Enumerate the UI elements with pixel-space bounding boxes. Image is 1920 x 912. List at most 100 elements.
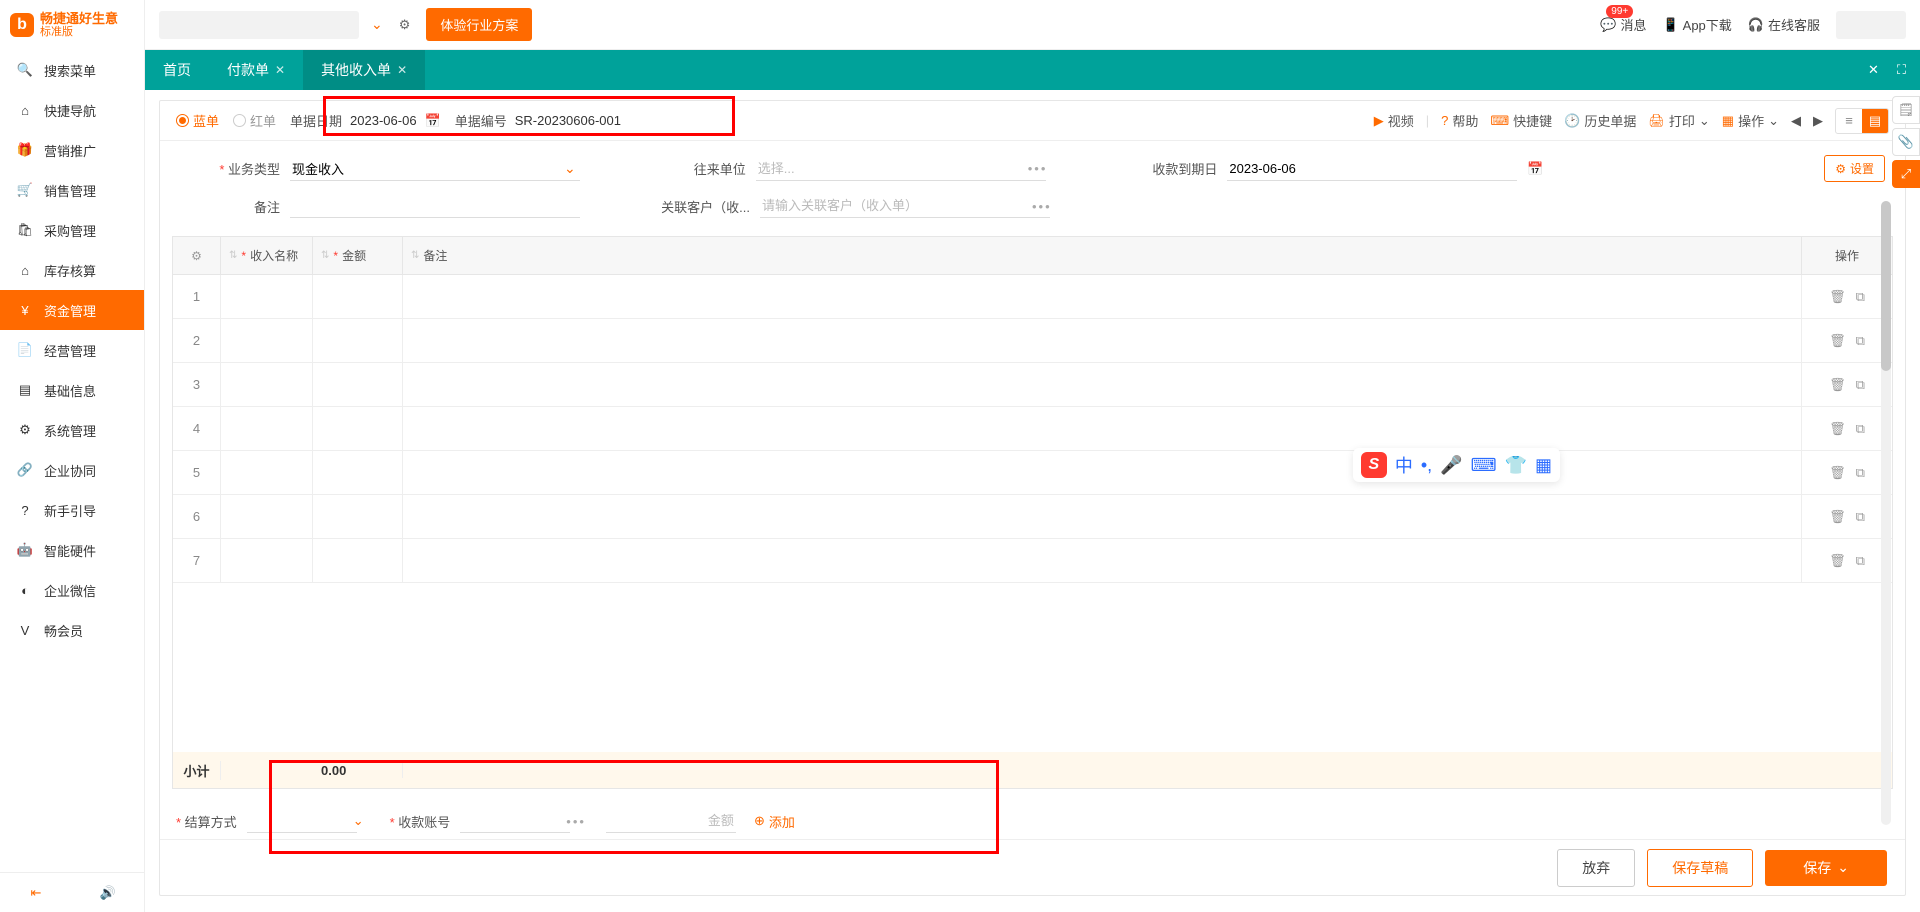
due-date-input[interactable] (1227, 157, 1517, 181)
bill-date-field[interactable]: 单据日期 2023-06-06 📅 (290, 111, 441, 130)
save-draft-button[interactable]: 保存草稿 (1647, 849, 1753, 887)
side-system[interactable]: ⚙系统管理 (0, 410, 144, 450)
remark-input[interactable] (290, 194, 580, 218)
cell-remark[interactable] (403, 495, 1802, 538)
tab-payment[interactable]: 付款单✕ (209, 50, 303, 90)
ime-punct-icon[interactable]: •, (1421, 455, 1432, 476)
cell-amount[interactable] (313, 407, 403, 450)
more-icon[interactable]: ••• (1028, 161, 1048, 176)
add-settle-button[interactable]: ⊕添加 (754, 812, 795, 831)
ime-keyboard-icon[interactable]: ⌨ (1471, 455, 1497, 476)
side-operation[interactable]: 📄经营管理 (0, 330, 144, 370)
side-purchase[interactable]: 🛍采购管理 (0, 210, 144, 250)
cell-remark[interactable] (403, 275, 1802, 318)
form-settings-button[interactable]: ⚙设置 (1824, 155, 1885, 182)
table-row[interactable]: 1🗑⧉ (173, 275, 1892, 319)
col-income-name[interactable]: ⇅*收入名称 (221, 237, 313, 274)
cell-remark[interactable] (403, 539, 1802, 582)
delete-icon[interactable]: 🗑 (1829, 377, 1846, 393)
chevron-down-icon[interactable]: ⌄ (564, 160, 576, 177)
side-member[interactable]: V畅会员 (0, 610, 144, 650)
copy-icon[interactable]: ⧉ (1856, 421, 1865, 437)
print-button[interactable]: 🖨打印 ⌄ (1648, 111, 1709, 130)
cell-income-name[interactable] (221, 539, 313, 582)
side-hardware[interactable]: 🤖智能硬件 (0, 530, 144, 570)
sound-icon[interactable]: 🔊 (96, 881, 120, 905)
messages-button[interactable]: 💬 消息 99+ (1600, 15, 1646, 34)
side-inventory[interactable]: ⌂库存核算 (0, 250, 144, 290)
delete-icon[interactable]: 🗑 (1829, 289, 1846, 305)
delete-icon[interactable]: 🗑 (1829, 421, 1846, 437)
cell-income-name[interactable] (221, 275, 313, 318)
cell-income-name[interactable] (221, 363, 313, 406)
chevron-down-icon[interactable]: ⌄ (353, 813, 364, 829)
org-selector[interactable] (159, 11, 359, 39)
cell-amount[interactable] (313, 275, 403, 318)
related-customer-input[interactable] (760, 194, 1050, 218)
rail-attach-icon[interactable]: 📎 (1892, 128, 1920, 156)
side-marketing[interactable]: 🎁营销推广 (0, 130, 144, 170)
more-icon[interactable]: ••• (566, 814, 586, 829)
biz-type-input[interactable] (290, 157, 580, 181)
cell-remark[interactable] (403, 451, 1802, 494)
chevron-down-icon[interactable]: ⌄ (371, 16, 383, 33)
ime-apps-icon[interactable]: ▦ (1535, 455, 1552, 476)
cell-remark[interactable] (403, 363, 1802, 406)
side-quicknav[interactable]: ⌂快捷导航 (0, 90, 144, 130)
cell-amount[interactable] (313, 539, 403, 582)
cell-income-name[interactable] (221, 495, 313, 538)
calendar-icon[interactable]: 📅 (1527, 161, 1543, 177)
col-remark[interactable]: ⇅备注 (403, 237, 1802, 274)
shortcut-button[interactable]: ⌨快捷键 (1490, 111, 1552, 130)
view-list-button[interactable]: ≡ (1836, 109, 1862, 133)
cell-remark[interactable] (403, 407, 1802, 450)
settle-amount-input[interactable] (606, 809, 736, 833)
discard-button[interactable]: 放弃 (1557, 849, 1635, 887)
more-icon[interactable]: ••• (1032, 199, 1052, 214)
delete-icon[interactable]: 🗑 (1829, 509, 1846, 525)
close-icon[interactable]: ✕ (397, 63, 407, 77)
side-sales[interactable]: 🛒销售管理 (0, 170, 144, 210)
settings-icon[interactable]: ⚙ (395, 13, 415, 37)
delete-icon[interactable]: 🗑 (1829, 465, 1846, 481)
video-button[interactable]: ▶视频 (1374, 111, 1414, 130)
save-button[interactable]: 保存⌄ (1765, 850, 1887, 886)
side-search[interactable]: 🔍搜索菜单 (0, 50, 144, 90)
table-row[interactable]: 5🗑⧉ (173, 451, 1892, 495)
party-input[interactable] (756, 157, 1046, 181)
operate-button[interactable]: ▦操作 ⌄ (1722, 111, 1779, 130)
receive-account-input[interactable] (460, 809, 570, 833)
cell-remark[interactable] (403, 319, 1802, 362)
tab-home[interactable]: 首页 (145, 50, 209, 90)
table-row[interactable]: 2🗑⧉ (173, 319, 1892, 363)
prev-button[interactable]: ◀ (1791, 113, 1801, 129)
close-icon[interactable]: ✕ (275, 63, 285, 77)
collapse-icon[interactable]: ⇤ (24, 881, 48, 905)
fullscreen-icon[interactable]: ⛶ (1893, 58, 1910, 82)
scrollbar[interactable] (1881, 201, 1891, 825)
calendar-icon[interactable]: 📅 (425, 113, 441, 129)
copy-icon[interactable]: ⧉ (1856, 377, 1865, 393)
history-button[interactable]: 🕑历史单据 (1564, 111, 1636, 130)
ime-toolbar[interactable]: S 中 •, 🎤 ⌨ 👕 ▦ (1353, 448, 1560, 482)
cell-amount[interactable] (313, 451, 403, 494)
side-guide[interactable]: ?新手引导 (0, 490, 144, 530)
cell-income-name[interactable] (221, 407, 313, 450)
table-row[interactable]: 7🗑⧉ (173, 539, 1892, 583)
next-button[interactable]: ▶ (1813, 113, 1823, 129)
copy-icon[interactable]: ⧉ (1856, 509, 1865, 525)
try-plan-button[interactable]: 体验行业方案 (426, 8, 532, 41)
radio-red[interactable]: 红单 (233, 111, 276, 130)
cell-amount[interactable] (313, 363, 403, 406)
app-download-button[interactable]: 📱App下载 (1662, 15, 1731, 34)
table-row[interactable]: 6🗑⧉ (173, 495, 1892, 539)
grid-settings-icon[interactable]: ⚙ (173, 237, 221, 274)
col-amount[interactable]: ⇅*金额 (313, 237, 403, 274)
close-all-icon[interactable]: ✕ (1864, 58, 1883, 82)
side-finance[interactable]: ¥资金管理 (0, 290, 144, 330)
settle-method-input[interactable] (247, 809, 357, 833)
cell-income-name[interactable] (221, 319, 313, 362)
cell-income-name[interactable] (221, 451, 313, 494)
copy-icon[interactable]: ⧉ (1856, 465, 1865, 481)
help-button[interactable]: ?帮助 (1441, 111, 1478, 130)
